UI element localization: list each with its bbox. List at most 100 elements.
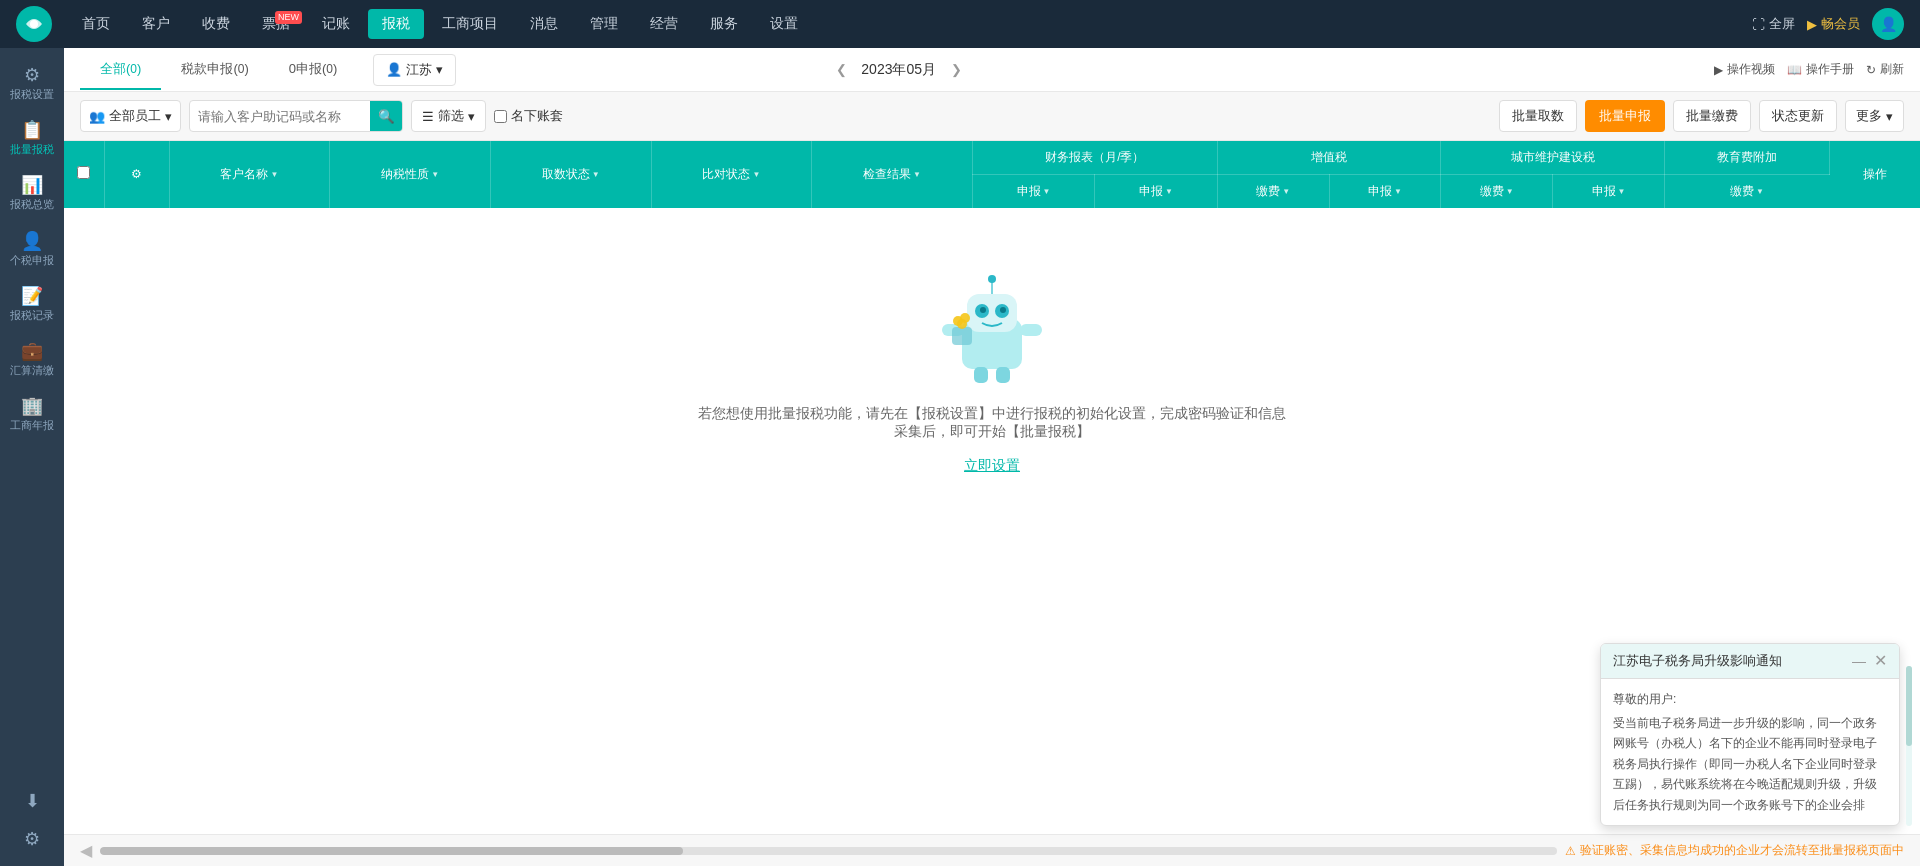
region-select[interactable]: 👤 江苏 ▾	[373, 54, 456, 86]
svg-rect-17	[996, 367, 1010, 383]
th-gear[interactable]: ⚙	[104, 141, 169, 208]
tab-tax-declare[interactable]: 税款申报(0)	[161, 50, 268, 90]
select-all-checkbox[interactable]	[77, 166, 90, 179]
data-table: ⚙ 客户名称 纳税性质 取数状态 比对状态	[64, 141, 1920, 209]
th-city-pay[interactable]: 缴费	[1441, 175, 1553, 209]
tabs-right-actions: ▶ 操作视频 📖 操作手册 ↻ 刷新	[1714, 61, 1904, 78]
th-edu-declare[interactable]: 申报	[1553, 175, 1665, 209]
sidebar-item-tax-overview[interactable]: 📊 报税总览	[0, 166, 64, 221]
nav-item-service[interactable]: 服务	[696, 9, 752, 39]
th-operation: 操作	[1829, 141, 1920, 208]
notification-body: 尊敬的用户: 受当前电子税务局进一步升级的影响，同一个政务网账号（办税人）名下的…	[1601, 679, 1899, 825]
th-vat-declare[interactable]: 申报	[1095, 175, 1217, 209]
notification-panel: 江苏电子税务局升级影响通知 — ✕ 尊敬的用户: 受当前电子税务局进一步升级的影…	[1600, 643, 1900, 826]
svg-rect-12	[952, 327, 972, 345]
bottom-bar: ◀ ⚠ 验证账密、采集信息均成功的企业才会流转至批量报税页面中	[64, 834, 1920, 866]
staff-select[interactable]: 👥 全部员工 ▾	[80, 100, 181, 132]
nav-item-home[interactable]: 首页	[68, 9, 124, 39]
notification-minus-button[interactable]: —	[1852, 653, 1866, 669]
refresh-link[interactable]: ↻ 刷新	[1866, 61, 1904, 78]
notification-close-button[interactable]: ✕	[1874, 653, 1887, 669]
th-vat-pay[interactable]: 缴费	[1217, 175, 1329, 209]
sidebar-item-bottom-settings[interactable]: ⚙	[0, 820, 64, 858]
sidebar-item-annual-report[interactable]: 🏢 工商年报	[0, 387, 64, 442]
th-financial-declare[interactable]: 申报	[972, 175, 1094, 209]
svg-rect-16	[974, 367, 988, 383]
th-fetch-status[interactable]: 取数状态	[490, 141, 651, 208]
prev-month-button[interactable]: ❮	[829, 58, 853, 82]
checkbox-label[interactable]: 名下账套	[494, 107, 563, 125]
notification-title: 江苏电子税务局升级影响通知	[1613, 652, 1782, 670]
filter-button[interactable]: ☰ 筛选 ▾	[411, 100, 486, 132]
manual-link[interactable]: 📖 操作手册	[1787, 61, 1854, 78]
notification-scrollbar[interactable]	[1906, 666, 1912, 826]
more-button[interactable]: 更多 ▾	[1845, 100, 1904, 132]
th-city-declare[interactable]: 申报	[1329, 175, 1441, 209]
th-city-tax: 城市维护建设税	[1441, 141, 1665, 175]
filter-icon: ☰	[422, 109, 434, 124]
sidebar-item-tax-records[interactable]: 📝 报税记录	[0, 277, 64, 332]
search-input[interactable]	[190, 109, 370, 124]
warning-icon: ⚠	[1565, 844, 1576, 858]
new-badge: NEW	[275, 11, 302, 24]
batch-declare-button[interactable]: 批量申报	[1585, 100, 1665, 132]
search-input-wrap: 🔍	[189, 100, 403, 132]
batch-fetch-button[interactable]: 批量取数	[1499, 100, 1577, 132]
sidebar-item-personal-tax[interactable]: 👤 个税申报	[0, 222, 64, 277]
empty-robot-illustration	[932, 269, 1052, 389]
search-button[interactable]: 🔍	[370, 100, 402, 132]
user-avatar[interactable]: 👤	[1872, 8, 1904, 40]
nav-item-accounting[interactable]: 记账	[308, 9, 364, 39]
member-icon: ▶	[1807, 17, 1817, 32]
fullscreen-icon: ⛶	[1752, 17, 1765, 32]
logo[interactable]	[16, 6, 52, 42]
scroll-left-button[interactable]: ◀	[80, 841, 92, 860]
member-button[interactable]: ▶ 畅会员	[1807, 15, 1860, 33]
nav-item-business[interactable]: 工商项目	[428, 9, 512, 39]
sidebar-item-download[interactable]: ⬇	[0, 782, 64, 820]
video-link[interactable]: ▶ 操作视频	[1714, 61, 1775, 78]
nav-item-manage[interactable]: 管理	[576, 9, 632, 39]
chevron-down-icon: ▾	[436, 62, 443, 77]
th-checkbox[interactable]	[64, 141, 104, 208]
staff-icon: 👥	[89, 109, 105, 124]
setup-link[interactable]: 立即设置	[964, 457, 1020, 475]
nav-item-fee[interactable]: 收费	[188, 9, 244, 39]
horizontal-scrollbar[interactable]	[100, 847, 1557, 855]
sidebar-item-batch-tax[interactable]: 📋 批量报税	[0, 111, 64, 166]
tab-zero-declare[interactable]: 0申报(0)	[269, 50, 358, 90]
th-customer-name[interactable]: 客户名称	[169, 141, 330, 208]
tab-all[interactable]: 全部(0)	[80, 50, 161, 90]
scrollbar-thumb	[100, 847, 683, 855]
status-update-button[interactable]: 状态更新	[1759, 100, 1837, 132]
filter-chevron-icon: ▾	[468, 109, 475, 124]
next-month-button[interactable]: ❯	[944, 58, 968, 82]
nav-item-message[interactable]: 消息	[516, 9, 572, 39]
nav-item-customer[interactable]: 客户	[128, 9, 184, 39]
notif-line-1: 受当前电子税务局进一步升级的影响，同一个政务网账号（办税人）名下的企业不能再同时…	[1613, 713, 1887, 815]
svg-point-1	[30, 20, 38, 28]
nav-item-settings[interactable]: 设置	[756, 9, 812, 39]
batch-pay-button[interactable]: 批量缴费	[1673, 100, 1751, 132]
th-check-result[interactable]: 检查结果	[812, 141, 973, 208]
fullscreen-button[interactable]: ⛶ 全屏	[1752, 15, 1795, 33]
th-edu-pay[interactable]: 缴费	[1664, 175, 1829, 209]
svg-point-7	[1000, 307, 1006, 313]
sidebar-item-annual-clear[interactable]: 💼 汇算清缴	[0, 332, 64, 387]
th-compare-status[interactable]: 比对状态	[651, 141, 812, 208]
th-tax-type[interactable]: 纳税性质	[330, 141, 491, 208]
nav-item-invoice[interactable]: 票据 NEW	[248, 9, 304, 39]
nav-item-operation[interactable]: 经营	[636, 9, 692, 39]
name-accounts-checkbox[interactable]	[494, 110, 507, 123]
empty-message: 若您想使用批量报税功能，请先在【报税设置】中进行报税的初始化设置，完成密码验证和…	[692, 405, 1292, 441]
tax-records-icon: 📝	[21, 287, 43, 305]
book-icon: 📖	[1787, 63, 1802, 77]
th-financial-report: 财务报表（月/季）	[972, 141, 1217, 175]
gear-icon: ⚙	[131, 167, 142, 181]
nav-right: ⛶ 全屏 ▶ 畅会员 👤	[1752, 8, 1904, 40]
warning-message: ⚠ 验证账密、采集信息均成功的企业才会流转至批量报税页面中	[1565, 842, 1904, 859]
avatar-icon: 👤	[1880, 16, 1897, 32]
more-chevron-icon: ▾	[1886, 109, 1893, 124]
sidebar-item-tax-settings[interactable]: ⚙ 报税设置	[0, 56, 64, 111]
nav-item-tax[interactable]: 报税	[368, 9, 424, 39]
